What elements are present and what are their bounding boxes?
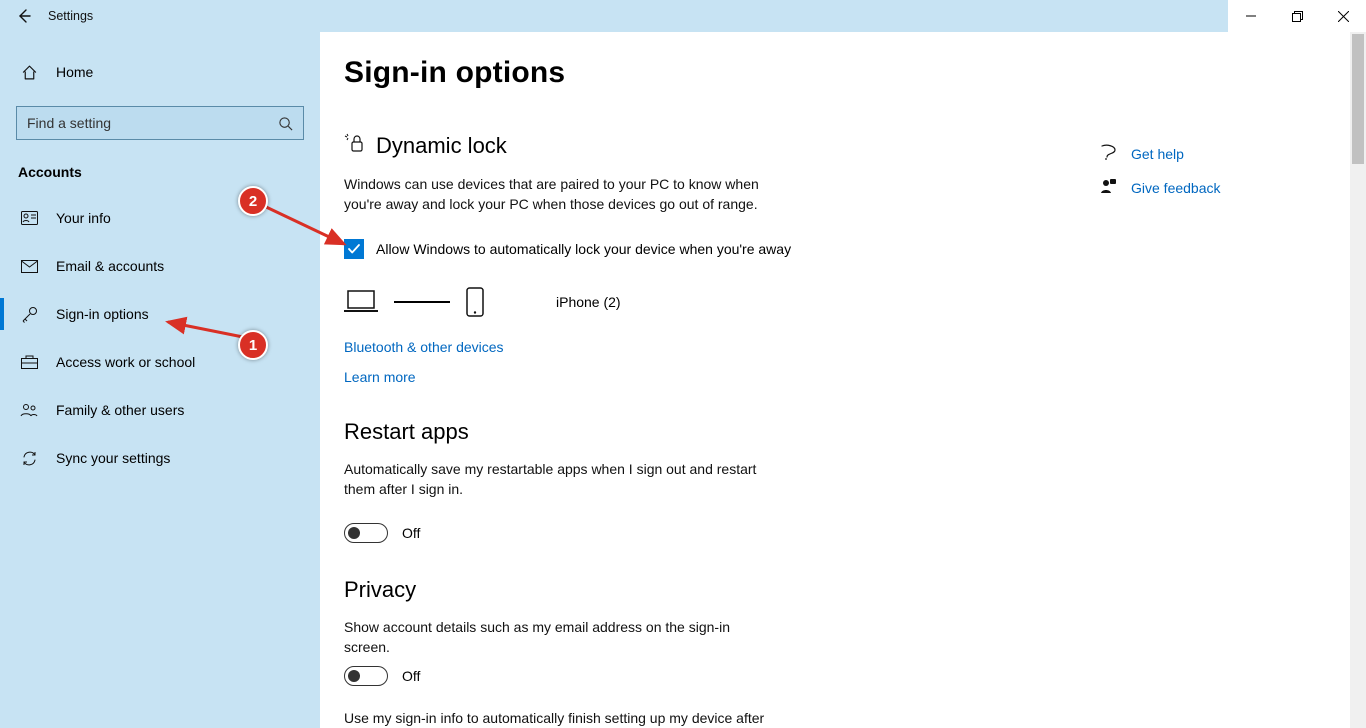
- sidebar-item-label: Your info: [56, 210, 111, 226]
- content-area: Sign-in options Dynamic lock Windows can…: [320, 32, 1366, 728]
- dynamic-lock-checkbox-label: Allow Windows to automatically lock your…: [376, 241, 791, 257]
- maximize-button[interactable]: [1274, 0, 1320, 32]
- sidebar-item-access-work[interactable]: Access work or school: [0, 338, 320, 386]
- annotation-badge-2: 2: [238, 186, 268, 216]
- get-help-label: Get help: [1131, 146, 1184, 162]
- close-icon: [1338, 11, 1349, 22]
- sidebar-item-label: Access work or school: [56, 354, 195, 370]
- sidebar-item-label: Sync your settings: [56, 450, 170, 466]
- home-icon: [20, 64, 38, 81]
- check-icon: [347, 242, 361, 256]
- annotation-badge-1: 1: [238, 330, 268, 360]
- learn-more-link[interactable]: Learn more: [344, 369, 1080, 385]
- phone-icon: [466, 287, 484, 317]
- give-feedback-label: Give feedback: [1131, 180, 1221, 196]
- key-icon: [20, 306, 38, 323]
- sidebar-item-label: Email & accounts: [56, 258, 164, 274]
- dynamic-lock-heading-text: Dynamic lock: [376, 133, 507, 159]
- minimize-icon: [1246, 11, 1256, 21]
- bluetooth-devices-link[interactable]: Bluetooth & other devices: [344, 339, 1080, 355]
- title-bar: Settings: [0, 0, 1366, 32]
- back-button[interactable]: [0, 0, 48, 32]
- laptop-icon: [344, 289, 378, 315]
- sync-icon: [20, 450, 38, 467]
- sidebar-item-signin-options[interactable]: Sign-in options: [0, 290, 320, 338]
- right-rail: Get help Give feedback: [1100, 144, 1300, 212]
- dynamic-lock-heading: Dynamic lock: [344, 132, 1080, 160]
- feedback-icon: [1100, 178, 1117, 198]
- help-icon: [1100, 144, 1117, 164]
- dynamic-lock-icon: [344, 132, 366, 160]
- restart-apps-heading: Restart apps: [344, 419, 1080, 445]
- dynamic-lock-checkbox[interactable]: [344, 239, 364, 259]
- sidebar-item-family[interactable]: Family & other users: [0, 386, 320, 434]
- maximize-icon: [1292, 11, 1303, 22]
- search-icon: [278, 116, 293, 131]
- give-feedback-link[interactable]: Give feedback: [1100, 178, 1300, 198]
- restart-apps-description: Automatically save my restartable apps w…: [344, 459, 774, 500]
- sidebar-item-sync[interactable]: Sync your settings: [0, 434, 320, 482]
- privacy-heading: Privacy: [344, 577, 1080, 603]
- user-card-icon: [20, 211, 38, 225]
- pair-line: [394, 301, 450, 303]
- sidebar-item-label: Family & other users: [56, 402, 184, 418]
- sidebar-category: Accounts: [0, 158, 320, 194]
- page-title: Sign-in options: [344, 56, 1080, 90]
- paired-device-row: iPhone (2): [344, 287, 1080, 317]
- briefcase-icon: [20, 355, 38, 369]
- sidebar-item-email-accounts[interactable]: Email & accounts: [0, 242, 320, 290]
- window-title: Settings: [48, 9, 93, 23]
- privacy-toggle[interactable]: [344, 666, 388, 686]
- minimize-button[interactable]: [1228, 0, 1274, 32]
- sidebar-item-label: Sign-in options: [56, 306, 149, 322]
- scrollbar-thumb[interactable]: [1352, 34, 1364, 164]
- search-box[interactable]: [16, 106, 304, 140]
- sidebar: Home Accounts Your info Email & accounts…: [0, 32, 320, 728]
- mail-icon: [20, 260, 38, 273]
- dynamic-lock-description: Windows can use devices that are paired …: [344, 174, 774, 215]
- privacy-toggle-state: Off: [402, 668, 420, 684]
- sidebar-home[interactable]: Home: [0, 50, 320, 94]
- restart-apps-toggle-state: Off: [402, 525, 420, 541]
- paired-device-name: iPhone (2): [556, 294, 621, 310]
- get-help-link[interactable]: Get help: [1100, 144, 1300, 164]
- back-arrow-icon: [16, 8, 32, 24]
- privacy-description-2: Use my sign-in info to automatically fin…: [344, 708, 774, 728]
- restart-apps-toggle[interactable]: [344, 523, 388, 543]
- dynamic-lock-checkbox-row[interactable]: Allow Windows to automatically lock your…: [344, 239, 1080, 259]
- window-controls: [1228, 0, 1366, 32]
- close-button[interactable]: [1320, 0, 1366, 32]
- main-panel: Sign-in options Dynamic lock Windows can…: [320, 32, 1080, 728]
- scrollbar[interactable]: [1350, 32, 1366, 728]
- people-icon: [20, 403, 38, 417]
- privacy-description-1: Show account details such as my email ad…: [344, 617, 774, 658]
- sidebar-item-your-info[interactable]: Your info: [0, 194, 320, 242]
- search-input[interactable]: [27, 115, 278, 131]
- sidebar-home-label: Home: [56, 64, 93, 80]
